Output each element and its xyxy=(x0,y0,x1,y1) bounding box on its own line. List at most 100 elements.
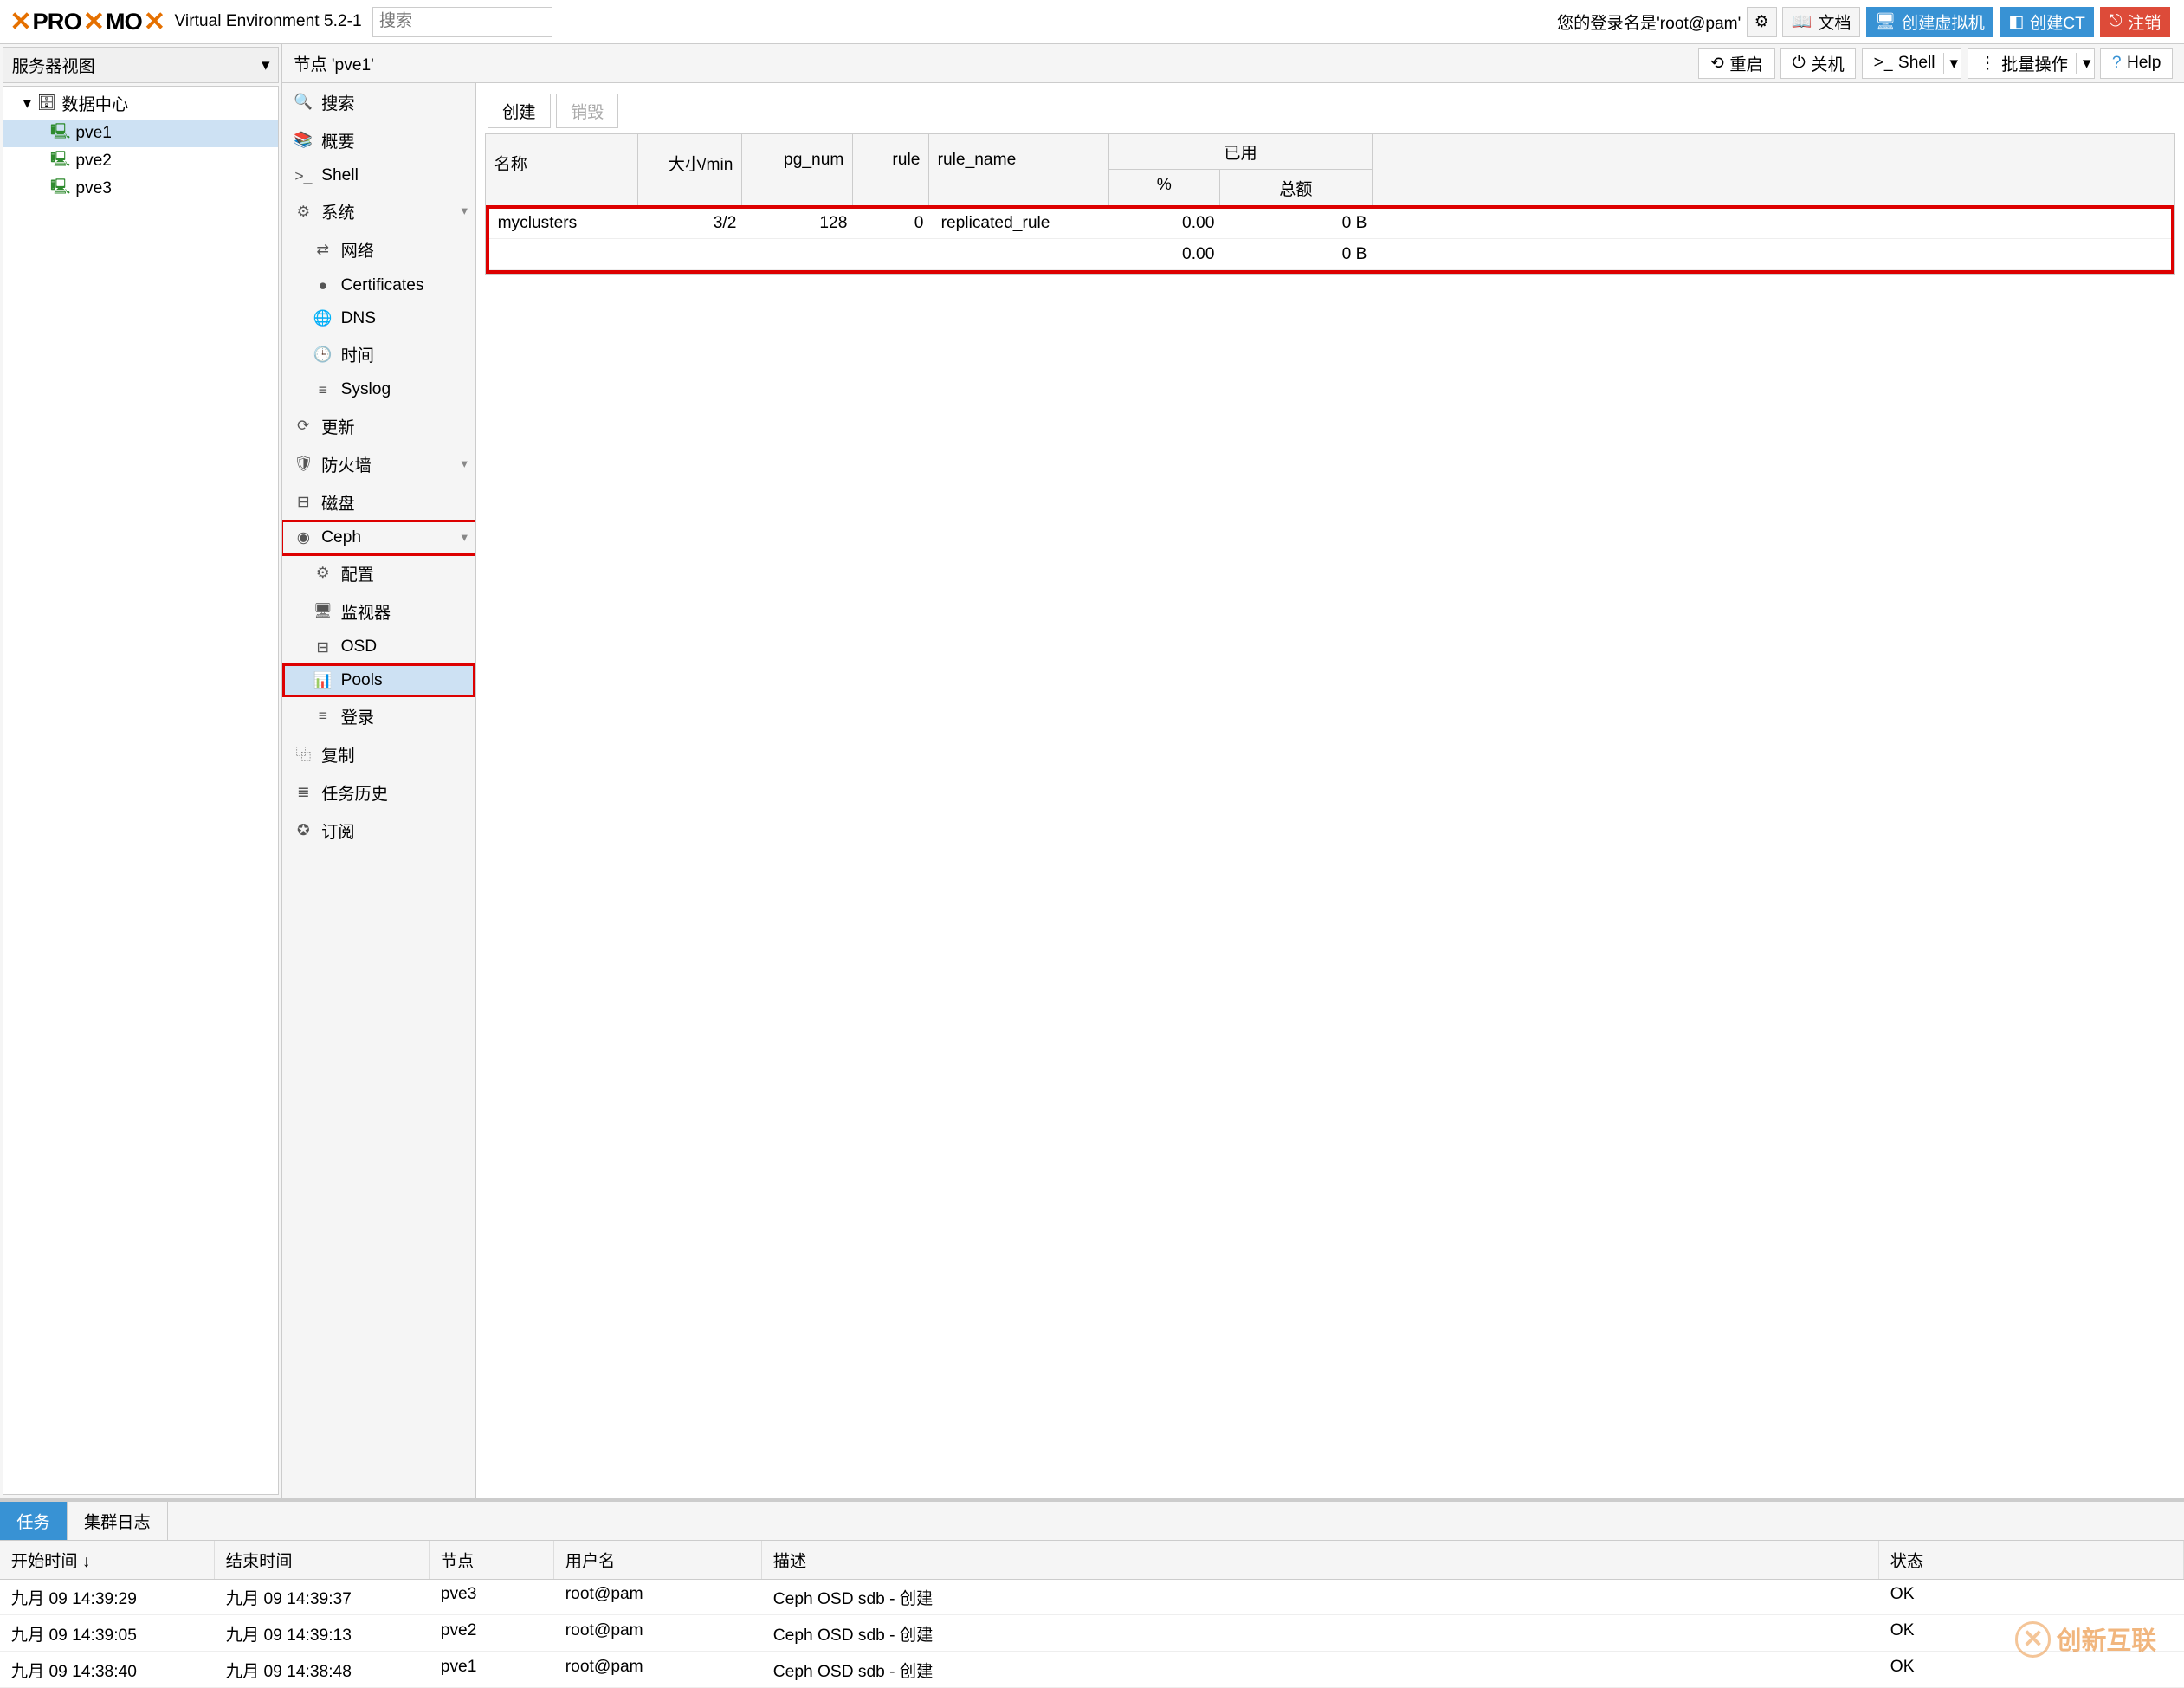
chevron-down-icon: ▾ xyxy=(262,55,270,75)
menu-时间[interactable]: 🕒时间 xyxy=(282,335,475,373)
search-input[interactable] xyxy=(372,7,552,37)
menu-icon: ⿻ xyxy=(294,745,313,764)
task-row[interactable]: 九月 09 14:39:29九月 09 14:39:37pve3root@pam… xyxy=(0,1580,2184,1616)
highlighted-rows: myclusters3/21280replicated_rule0.000 B0… xyxy=(486,205,2174,275)
col-status[interactable]: 状态 xyxy=(1879,1541,2184,1579)
col-size[interactable]: 大小/min xyxy=(638,134,742,206)
pools-grid: 名称 大小/min pg_num rule rule_name 已用 % 总额 xyxy=(485,133,2175,275)
menu-icon: 📊 xyxy=(313,670,333,689)
menu-概要[interactable]: 📚概要 xyxy=(282,121,475,159)
menu-pools[interactable]: 📊Pools xyxy=(282,663,475,696)
menu-certificates[interactable]: ●Certificates xyxy=(282,268,475,301)
monitor-icon: 🖥 xyxy=(1875,11,1896,32)
server-icon: 🖳 xyxy=(51,124,70,143)
menu-icon: 🖥 xyxy=(313,602,333,621)
col-rulename[interactable]: rule_name xyxy=(929,134,1109,206)
menu-搜索[interactable]: 🔍搜索 xyxy=(282,83,475,121)
menu-监视器[interactable]: 🖥监视器 xyxy=(282,592,475,631)
col-end[interactable]: 结束时间 xyxy=(215,1541,430,1579)
tab-clusterlog[interactable]: 集群日志 xyxy=(68,1502,168,1540)
bulk-button[interactable]: ⋮批量操作▾ xyxy=(1968,48,2095,78)
create-pool-button[interactable]: 创建 xyxy=(488,94,550,128)
menu-icon: ≣ xyxy=(294,783,313,802)
menu-icon: ● xyxy=(313,275,333,294)
settings-button[interactable]: ⚙ xyxy=(1747,7,1777,37)
task-row[interactable]: 九月 09 14:39:05九月 09 14:39:13pve2root@pam… xyxy=(0,1615,2184,1652)
menu-osd[interactable]: ⊟OSD xyxy=(282,631,475,663)
tree-node-pve3[interactable]: 🖳pve3 xyxy=(3,175,278,203)
table-row[interactable]: myclusters3/21280replicated_rule0.000 B xyxy=(489,209,2171,240)
menu-icon: ⟳ xyxy=(294,416,313,435)
left-panel: 服务器视图▾ ▾🗄数据中心 🖳pve1 🖳pve2 🖳pve3 xyxy=(0,44,282,1497)
create-ct-button[interactable]: ◧创建CT xyxy=(2000,7,2095,37)
breadcrumb: 节点 'pve1' xyxy=(294,51,374,75)
menu-icon: ⚙ xyxy=(294,202,313,221)
side-menu: 🔍搜索📚概要>_Shell⚙系统⇄网络●Certificates🌐DNS🕒时间≡… xyxy=(282,83,476,1498)
top-bar: ✕PRO✕MO✕ Virtual Environment 5.2-1 您的登录名… xyxy=(0,0,2184,44)
center-panel: 节点 'pve1' ⟲重启 ⏻关机 >_Shell▾ ⋮批量操作▾ ?Help … xyxy=(282,44,2184,1497)
menu-icon: ⚙ xyxy=(313,564,333,583)
create-vm-button[interactable]: 🖥创建虚拟机 xyxy=(1866,7,1994,37)
shell-button[interactable]: >_Shell▾ xyxy=(1862,48,1962,78)
shutdown-button[interactable]: ⏻关机 xyxy=(1780,48,1857,78)
menu-磁盘[interactable]: ⊟磁盘 xyxy=(282,483,475,521)
watermark: ✕创新互联 xyxy=(2015,1621,2156,1658)
menu-icon: >_ xyxy=(294,166,313,185)
menu-任务历史[interactable]: ≣任务历史 xyxy=(282,773,475,812)
menu-订阅[interactable]: ✪订阅 xyxy=(282,812,475,850)
help-button[interactable]: ?Help xyxy=(2100,48,2173,78)
menu-防火墙[interactable]: 🛡防火墙 xyxy=(282,445,475,483)
view-selector[interactable]: 服务器视图▾ xyxy=(3,47,279,83)
menu-网络[interactable]: ⇄网络 xyxy=(282,230,475,268)
menu-dns[interactable]: 🌐DNS xyxy=(282,302,475,335)
col-rule[interactable]: rule xyxy=(853,134,929,206)
col-used[interactable]: 已用 % 总额 xyxy=(1109,134,1373,206)
version-label: Virtual Environment 5.2-1 xyxy=(174,12,361,31)
logo-x-icon: ✕ xyxy=(144,7,165,37)
tree-node-pve2[interactable]: 🖳pve2 xyxy=(3,147,278,175)
menu-系统[interactable]: ⚙系统 xyxy=(282,192,475,230)
gear-icon: ⚙ xyxy=(1754,11,1769,32)
col-start[interactable]: 开始时间 ↓ xyxy=(0,1541,215,1579)
menu-shell[interactable]: >_Shell xyxy=(282,159,475,192)
reboot-icon: ⟲ xyxy=(1710,53,1724,74)
menu-icon: ⇄ xyxy=(313,240,333,259)
col-user[interactable]: 用户名 xyxy=(554,1541,762,1579)
terminal-icon: >_ xyxy=(1874,54,1893,73)
menu-ceph[interactable]: ◉Ceph xyxy=(282,521,475,554)
logo-x-icon: ✕ xyxy=(10,7,31,37)
resource-tree: ▾🗄数据中心 🖳pve1 🖳pve2 🖳pve3 xyxy=(3,86,279,1495)
logout-button[interactable]: ⎋注销 xyxy=(2100,7,2170,37)
tree-datacenter[interactable]: ▾🗄数据中心 xyxy=(3,87,278,120)
destroy-pool-button[interactable]: 销毁 xyxy=(556,94,618,128)
col-pg[interactable]: pg_num xyxy=(742,134,853,206)
server-icon: 🖳 xyxy=(51,152,70,171)
tab-tasks[interactable]: 任务 xyxy=(0,1502,68,1540)
menu-icon: 🛡 xyxy=(294,454,313,473)
pools-panel: 创建 销毁 名称 大小/min pg_num rule rule_name 已用… xyxy=(476,83,2184,1498)
col-desc[interactable]: 描述 xyxy=(762,1541,1879,1579)
chevron-down-icon: ▾ xyxy=(1943,53,1958,74)
docs-button[interactable]: 📖文档 xyxy=(1782,7,1860,37)
menu-icon: 🕒 xyxy=(313,345,333,364)
menu-icon: 🌐 xyxy=(313,309,333,328)
col-node[interactable]: 节点 xyxy=(430,1541,554,1579)
menu-icon: ⊟ xyxy=(313,637,333,656)
menu-配置[interactable]: ⚙配置 xyxy=(282,554,475,592)
menu-syslog[interactable]: ≡Syslog xyxy=(282,373,475,406)
col-name[interactable]: 名称 xyxy=(486,134,638,206)
table-row[interactable]: 0.000 B xyxy=(489,239,2171,270)
datacenter-icon: 🗄 xyxy=(37,94,56,113)
menu-更新[interactable]: ⟳更新 xyxy=(282,407,475,445)
menu-icon: 🔍 xyxy=(294,93,313,112)
menu-icon: ✪ xyxy=(294,821,313,840)
tree-node-pve1[interactable]: 🖳pve1 xyxy=(3,120,278,147)
menu-icon: 📚 xyxy=(294,131,313,150)
menu-登录[interactable]: ≡登录 xyxy=(282,697,475,735)
login-info: 您的登录名是'root@pam' xyxy=(1557,10,1741,34)
task-row[interactable]: 九月 09 14:38:40九月 09 14:38:48pve1root@pam… xyxy=(0,1652,2184,1688)
menu-复制[interactable]: ⿻复制 xyxy=(282,735,475,773)
list-icon: ⋮ xyxy=(1980,53,1996,74)
reboot-button[interactable]: ⟲重启 xyxy=(1698,48,1774,78)
menu-icon: ≡ xyxy=(313,380,333,399)
